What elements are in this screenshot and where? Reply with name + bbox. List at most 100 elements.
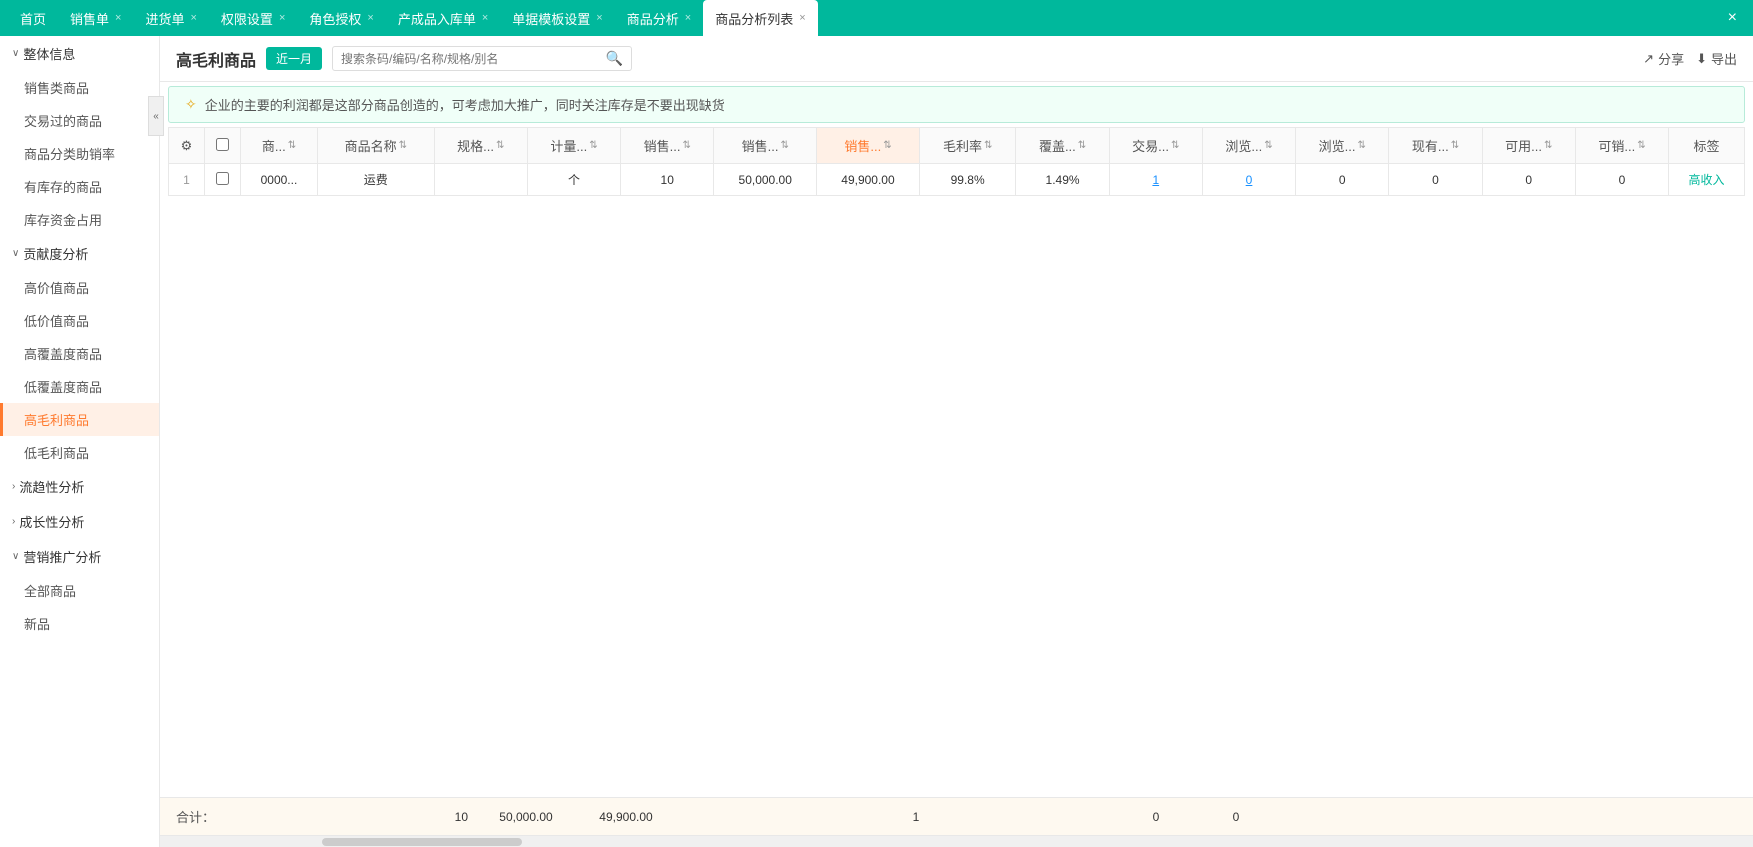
sidebar-item-traded-goods[interactable]: 交易过的商品 <box>0 104 159 137</box>
sort-sales2-icon[interactable]: ⇅ <box>780 140 788 151</box>
col-unit[interactable]: 计量...⇅ <box>527 128 620 164</box>
close-analysis-list[interactable]: × <box>799 12 805 24</box>
sidebar-item-low-coverage[interactable]: 低覆盖度商品 <box>0 370 159 403</box>
close-roles[interactable]: × <box>367 12 373 24</box>
col-browse2[interactable]: 浏览...⇅ <box>1296 128 1389 164</box>
nav-analysis-list[interactable]: 商品分析列表 × <box>703 0 817 36</box>
col-stock3[interactable]: 可销...⇅ <box>1575 128 1668 164</box>
cell-sales3: 49,900.00 <box>817 164 920 196</box>
horizontal-scrollbar[interactable] <box>160 835 1753 847</box>
nav-home[interactable]: 首页 <box>8 0 58 36</box>
nav-right: × <box>1720 9 1745 27</box>
sort-browse1-icon[interactable]: ⇅ <box>1264 140 1272 151</box>
cell-browse1[interactable]: 0 <box>1202 164 1295 196</box>
col-sales1[interactable]: 销售...⇅ <box>621 128 714 164</box>
sidebar-group-overall[interactable]: ∨ 整体信息 <box>0 36 159 71</box>
col-code[interactable]: 商...⇅ <box>241 128 318 164</box>
sidebar-item-category-rate[interactable]: 商品分类助销率 <box>0 137 159 170</box>
cell-browse2: 0 <box>1296 164 1389 196</box>
sort-stock3-icon[interactable]: ⇅ <box>1637 140 1645 151</box>
scroll-thumb[interactable] <box>322 838 522 846</box>
sidebar-item-high-value[interactable]: 高价值商品 <box>0 271 159 304</box>
sort-unit-icon[interactable]: ⇅ <box>589 140 597 151</box>
col-name[interactable]: 商品名称⇅ <box>317 128 434 164</box>
sidebar-item-low-margin[interactable]: 低毛利商品 <box>0 436 159 469</box>
sort-stock1-icon[interactable]: ⇅ <box>1451 140 1459 151</box>
col-checkbox[interactable] <box>205 128 241 164</box>
close-sales[interactable]: × <box>115 12 121 24</box>
col-spec[interactable]: 规格...⇅ <box>434 128 527 164</box>
sort-code-icon[interactable]: ⇅ <box>288 140 296 151</box>
sidebar-group-trend[interactable]: › 流趋性分析 <box>0 469 159 504</box>
col-unit-label: 计量... <box>550 136 587 155</box>
sort-name-icon[interactable]: ⇅ <box>399 140 407 151</box>
content-header: 高毛利商品 近一月 🔍 ↗ 分享 ⬇ 导出 <box>160 36 1753 82</box>
sort-sales1-icon[interactable]: ⇅ <box>682 140 690 151</box>
cell-checkbox[interactable] <box>205 164 241 196</box>
sidebar-item-sales-goods[interactable]: 销售类商品 <box>0 71 159 104</box>
sort-coverage-icon[interactable]: ⇅ <box>1078 140 1086 151</box>
cell-sales2: 50,000.00 <box>714 164 817 196</box>
nav-analysis[interactable]: 商品分析 × <box>615 0 703 36</box>
close-products[interactable]: × <box>482 12 488 24</box>
table-container[interactable]: ⚙ 商...⇅ 商品名称⇅ 规 <box>160 127 1753 797</box>
col-sales3[interactable]: 销售...⇅ <box>817 128 920 164</box>
col-coverage[interactable]: 覆盖...⇅ <box>1016 128 1109 164</box>
col-stock1[interactable]: 现有...⇅ <box>1389 128 1482 164</box>
nav-purchase[interactable]: 进货单 × <box>133 0 208 36</box>
cell-stock3: 0 <box>1575 164 1668 196</box>
sidebar-group-marketing[interactable]: ∨ 营销推广分析 <box>0 539 159 574</box>
close-purchase[interactable]: × <box>190 12 196 24</box>
nav-sales[interactable]: 销售单 × <box>58 0 133 36</box>
sidebar-item-stock-capital[interactable]: 库存资金占用 <box>0 203 159 236</box>
sort-gross-rate-icon[interactable]: ⇅ <box>984 140 992 151</box>
close-permissions[interactable]: × <box>279 12 285 24</box>
sort-sales3-icon[interactable]: ⇅ <box>883 140 891 151</box>
share-icon: ↗ <box>1643 51 1654 67</box>
share-button[interactable]: ↗ 分享 <box>1643 49 1684 68</box>
sort-spec-icon[interactable]: ⇅ <box>496 140 504 151</box>
close-all-button[interactable]: × <box>1720 9 1745 27</box>
sidebar-item-in-stock[interactable]: 有库存的商品 <box>0 170 159 203</box>
settings-icon[interactable]: ⚙ <box>181 138 193 153</box>
col-transaction[interactable]: 交易...⇅ <box>1109 128 1202 164</box>
nav-permissions[interactable]: 权限设置 × <box>209 0 297 36</box>
sort-stock2-icon[interactable]: ⇅ <box>1544 140 1552 151</box>
sidebar-item-high-margin[interactable]: 高毛利商品 <box>0 403 159 436</box>
sidebar-item-low-value[interactable]: 低价值商品 <box>0 304 159 337</box>
footer-cell-transaction: 1 <box>876 810 956 824</box>
col-sales1-label: 销售... <box>644 136 681 155</box>
nav-products[interactable]: 产成品入库单 × <box>386 0 500 36</box>
col-browse2-label: 浏览... <box>1319 136 1356 155</box>
table-header-row: ⚙ 商...⇅ 商品名称⇅ 规 <box>169 128 1745 164</box>
export-button[interactable]: ⬇ 导出 <box>1696 49 1737 68</box>
sidebar-item-new-goods[interactable]: 新品 <box>0 607 159 640</box>
search-icon[interactable]: 🔍 <box>606 50 623 67</box>
search-box: 🔍 <box>332 46 632 71</box>
sort-browse2-icon[interactable]: ⇅ <box>1357 140 1365 151</box>
sidebar-item-high-coverage[interactable]: 高覆盖度商品 <box>0 337 159 370</box>
row-checkbox[interactable] <box>216 172 229 185</box>
sidebar-collapse-button[interactable]: « <box>148 96 164 136</box>
expand-trend-icon: › <box>12 481 15 492</box>
select-all-checkbox[interactable] <box>216 138 229 151</box>
close-analysis[interactable]: × <box>685 12 691 24</box>
sort-transaction-icon[interactable]: ⇅ <box>1171 140 1179 151</box>
col-settings[interactable]: ⚙ <box>169 128 205 164</box>
nav-templates[interactable]: 单据模板设置 × <box>500 0 614 36</box>
cell-transaction[interactable]: 1 <box>1109 164 1202 196</box>
period-button[interactable]: 近一月 <box>266 47 322 70</box>
nav-roles[interactable]: 角色授权 × <box>297 0 385 36</box>
sidebar-group-growth[interactable]: › 成长性分析 <box>0 504 159 539</box>
cell-coverage: 1.49% <box>1016 164 1109 196</box>
notice-text: 企业的主要的利润都是这部分商品创造的，可考虑加大推广，同时关注库存是不要出现缺货 <box>205 95 725 114</box>
col-browse1[interactable]: 浏览...⇅ <box>1202 128 1295 164</box>
col-stock2[interactable]: 可用...⇅ <box>1482 128 1575 164</box>
col-browse1-label: 浏览... <box>1225 136 1262 155</box>
close-templates[interactable]: × <box>596 12 602 24</box>
sidebar-item-all-goods[interactable]: 全部商品 <box>0 574 159 607</box>
search-input[interactable] <box>341 52 606 66</box>
col-gross-rate[interactable]: 毛利率⇅ <box>919 128 1016 164</box>
col-sales2[interactable]: 销售...⇅ <box>714 128 817 164</box>
sidebar-group-contribution[interactable]: ∨ 贡献度分析 <box>0 236 159 271</box>
